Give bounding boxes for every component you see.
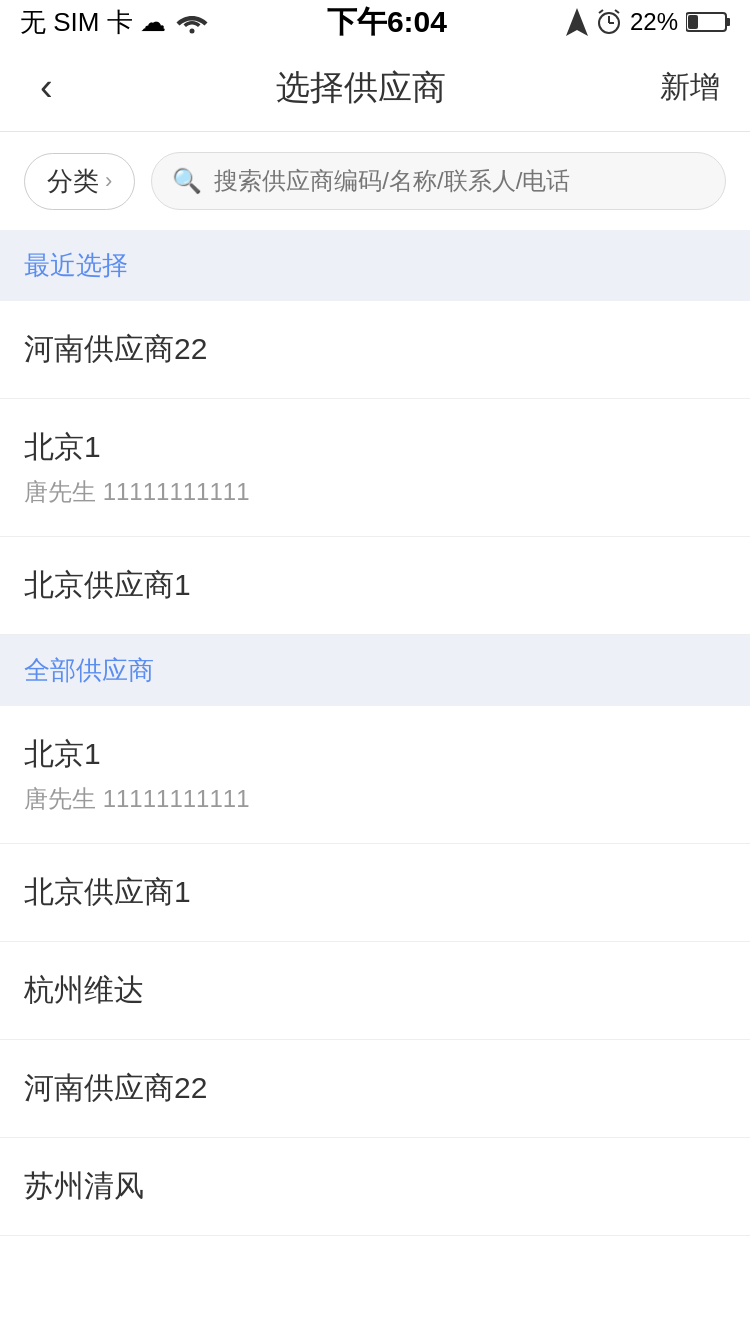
alarm-icon [596,9,622,35]
location-icon [566,8,588,36]
supplier-name: 北京1 [24,734,726,775]
page-title: 选择供应商 [276,65,446,111]
sim-label: 无 SIM 卡 ☁ [20,5,166,40]
list-item[interactable]: 北京供应商1 [0,844,750,942]
supplier-name: 北京供应商1 [24,872,726,913]
list-item[interactable]: 河南供应商22 [0,1040,750,1138]
supplier-sub: 唐先生 11111111111 [24,476,726,508]
battery-icon [686,11,730,33]
svg-rect-8 [688,15,698,29]
back-button[interactable]: ‹ [30,56,63,119]
supplier-name: 河南供应商22 [24,1068,726,1109]
list-item[interactable]: 北京1 唐先生 11111111111 [0,706,750,844]
list-item[interactable]: 北京供应商1 [0,537,750,635]
all-items-list: 北京1 唐先生 11111111111 北京供应商1 杭州维达 河南供应商22 … [0,706,750,1236]
all-section-header: 全部供应商 [0,635,750,706]
list-item[interactable]: 苏州清风 [0,1138,750,1236]
supplier-name: 杭州维达 [24,970,726,1011]
recent-items-list: 河南供应商22 北京1 唐先生 11111111111 北京供应商1 [0,301,750,635]
supplier-name: 北京1 [24,427,726,468]
svg-rect-7 [726,18,730,26]
new-action-button[interactable]: 新增 [660,67,720,108]
search-icon: 🔍 [172,167,202,195]
all-section-title: 全部供应商 [24,655,154,685]
supplier-sub: 唐先生 11111111111 [24,783,726,815]
recent-section-title: 最近选择 [24,250,128,280]
svg-line-5 [615,10,619,13]
category-label: 分类 [47,164,99,199]
category-button[interactable]: 分类 › [24,153,135,210]
list-item[interactable]: 杭州维达 [0,942,750,1040]
recent-section-header: 最近选择 [0,230,750,301]
list-item[interactable]: 河南供应商22 [0,301,750,399]
battery-text: 22% [630,8,678,36]
supplier-name: 苏州清风 [24,1166,726,1207]
status-bar: 无 SIM 卡 ☁ 下午6:04 22% [0,0,750,44]
status-time: 下午6:04 [327,2,447,43]
search-box[interactable]: 🔍 [151,152,726,210]
chevron-right-icon: › [105,168,112,194]
nav-bar: ‹ 选择供应商 新增 [0,44,750,132]
status-right: 22% [566,8,730,36]
list-item[interactable]: 北京1 唐先生 11111111111 [0,399,750,537]
svg-point-0 [189,29,194,34]
wifi-icon [176,10,208,34]
supplier-name: 北京供应商1 [24,565,726,606]
svg-line-4 [599,10,603,13]
supplier-name: 河南供应商22 [24,329,726,370]
status-left: 无 SIM 卡 ☁ [20,5,208,40]
search-input[interactable] [214,167,705,195]
filter-bar: 分类 › 🔍 [0,132,750,230]
